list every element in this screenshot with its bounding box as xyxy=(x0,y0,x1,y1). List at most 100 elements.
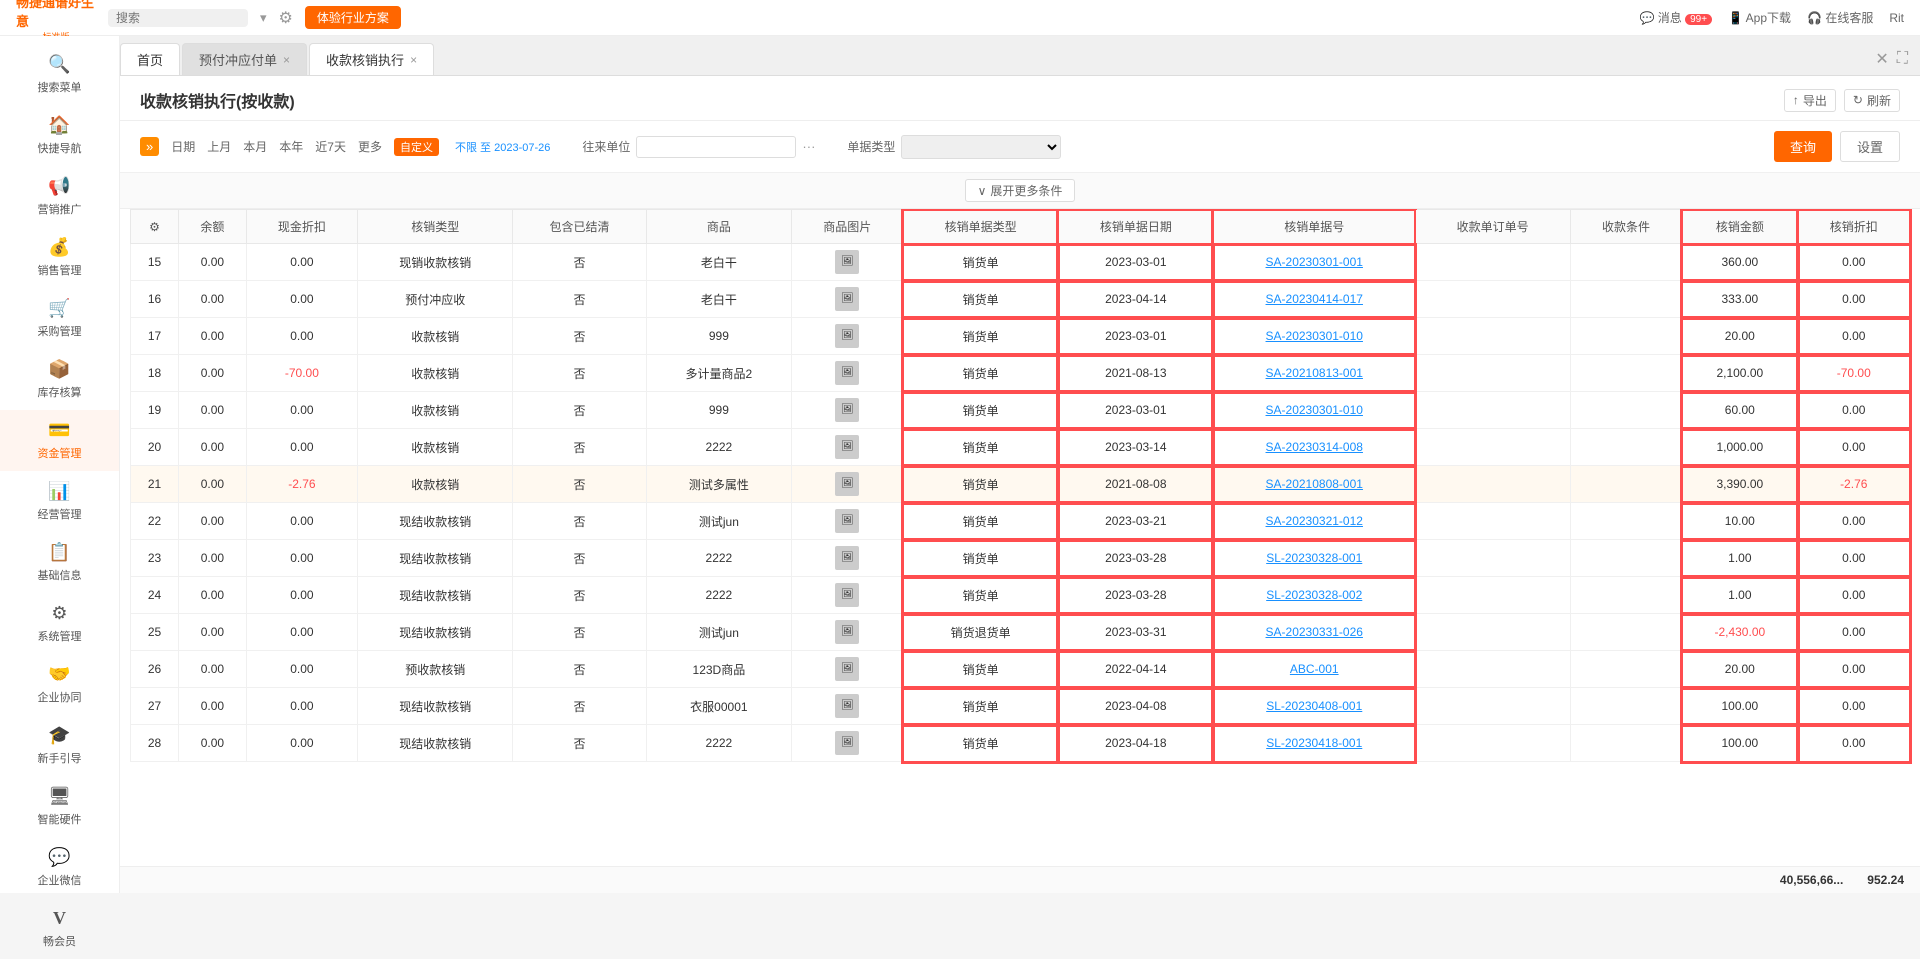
gear-icon[interactable]: ⚙ xyxy=(279,8,293,28)
query-btn[interactable]: 查询 xyxy=(1774,131,1832,162)
cell-balance: 0.00 xyxy=(179,466,247,503)
cell-doc-type: 销货单 xyxy=(903,392,1058,429)
industry-btn[interactable]: 体验行业方案 xyxy=(305,6,401,29)
expand-bar: ∨ 展开更多条件 xyxy=(120,173,1920,209)
cell-no: 20 xyxy=(131,429,179,466)
cell-writeoff-discount: 0.00 xyxy=(1798,318,1910,355)
search-input[interactable] xyxy=(108,9,248,27)
sidebar-item-collab[interactable]: 🤝 企业协同 xyxy=(0,654,119,715)
cell-doc-date: 2023-03-14 xyxy=(1058,429,1213,466)
sidebar-item-basic[interactable]: 📋 基础信息 xyxy=(0,532,119,593)
tab-writeoff[interactable]: 收款核销执行 × xyxy=(309,43,434,75)
sidebar-item-system[interactable]: ⚙ 系统管理 xyxy=(0,593,119,654)
cell-doc-no[interactable]: ABC-001 xyxy=(1213,651,1415,688)
sidebar-item-search[interactable]: 🔍 搜索菜单 xyxy=(0,44,119,105)
cell-balance: 0.00 xyxy=(179,614,247,651)
sidebar-item-purchase[interactable]: 🛒 采购管理 xyxy=(0,288,119,349)
filter-toggle-btn[interactable]: » xyxy=(140,137,159,156)
settings-btn[interactable]: 设置 xyxy=(1840,131,1900,162)
tab-home[interactable]: 首页 xyxy=(120,43,180,75)
tab-close-prepay[interactable]: × xyxy=(283,53,290,67)
type-select[interactable] xyxy=(901,135,1061,159)
cell-cash-discount: 0.00 xyxy=(246,651,357,688)
cell-goods-img: 🖼 xyxy=(792,503,903,540)
gear-icon[interactable]: ⚙ xyxy=(149,220,160,234)
cell-doc-no[interactable]: SA-20230301-001 xyxy=(1213,244,1415,281)
cell-doc-no[interactable]: SL-20230328-001 xyxy=(1213,540,1415,577)
cell-doc-no[interactable]: SA-20230314-008 xyxy=(1213,429,1415,466)
dropdown-icon[interactable]: ▾ xyxy=(260,10,267,26)
cell-cash-discount: 0.00 xyxy=(246,503,357,540)
cell-writeoff-type: 预收款核销 xyxy=(358,651,513,688)
cell-writeoff-discount: 0.00 xyxy=(1798,577,1910,614)
cell-no: 19 xyxy=(131,392,179,429)
cell-balance: 0.00 xyxy=(179,244,247,281)
sidebar-item-wechat[interactable]: 💬 企业微信 xyxy=(0,837,119,898)
cell-doc-no[interactable]: SL-20230408-001 xyxy=(1213,688,1415,725)
cell-writeoff-amount: 1.00 xyxy=(1682,540,1798,577)
sidebar-item-nav[interactable]: 🏠 快捷导航 xyxy=(0,105,119,166)
cell-doc-no[interactable]: SA-20230321-012 xyxy=(1213,503,1415,540)
cell-doc-no[interactable]: SA-20230301-010 xyxy=(1213,392,1415,429)
main-area: 首页 预付冲应付单 × 收款核销执行 × ✕ ⛶ 收款核销执行(按收款) xyxy=(120,36,1920,893)
cell-doc-no[interactable]: SA-20230301-010 xyxy=(1213,318,1415,355)
col-header-gear[interactable]: ⚙ xyxy=(131,210,179,244)
cell-writeoff-type: 收款核销 xyxy=(358,318,513,355)
custom-date-btn[interactable]: 自定义 xyxy=(394,138,439,156)
this-month-btn[interactable]: 本月 xyxy=(243,138,267,155)
sidebar-item-guide[interactable]: 🎓 新手引导 xyxy=(0,715,119,776)
message-btn[interactable]: 💬 消息 99+ xyxy=(1639,9,1712,26)
sidebar-item-marketing[interactable]: 📢 营销推广 xyxy=(0,166,119,227)
online-service-btn[interactable]: 🎧 在线客服 xyxy=(1807,9,1873,26)
cell-doc-no[interactable]: SA-20230331-026 xyxy=(1213,614,1415,651)
cell-writeoff-type: 收款核销 xyxy=(358,466,513,503)
top-bar-right: 💬 消息 99+ 📱 App下载 🎧 在线客服 Rit xyxy=(1639,9,1904,26)
cell-doc-type: 销货退货单 xyxy=(903,614,1058,651)
app-download-btn[interactable]: 📱 App下载 xyxy=(1728,9,1791,26)
cell-receipt-order-no xyxy=(1415,503,1570,540)
sidebar-item-finance[interactable]: 💳 资金管理 xyxy=(0,410,119,471)
col-header-writeoff-discount: 核销折扣 xyxy=(1798,210,1910,244)
cell-doc-no[interactable]: SA-20210808-001 xyxy=(1213,466,1415,503)
last-month-btn[interactable]: 上月 xyxy=(207,138,231,155)
cell-doc-date: 2021-08-08 xyxy=(1058,466,1213,503)
cell-goods: 老白干 xyxy=(646,281,791,318)
this-year-btn[interactable]: 本年 xyxy=(279,138,303,155)
table-row: 24 0.00 0.00 现结收款核销 否 2222 🖼 销货单 2023-03… xyxy=(131,577,1910,614)
sidebar-item-inventory[interactable]: 📦 库存核算 xyxy=(0,349,119,410)
cell-writeoff-type: 现结收款核销 xyxy=(358,725,513,762)
unit-dots[interactable]: ··· xyxy=(802,139,815,154)
expand-conditions-btn[interactable]: ∨ 展开更多条件 xyxy=(965,179,1076,202)
filter-bar: » 日期 上月 本月 本年 近7天 更多 自定义 不限 至 2023-07-26… xyxy=(120,121,1920,173)
cell-doc-no[interactable]: SL-20230418-001 xyxy=(1213,725,1415,762)
sidebar-item-hardware[interactable]: 🖥 智能硬件 xyxy=(0,776,119,837)
cell-balance: 0.00 xyxy=(179,651,247,688)
unit-input[interactable] xyxy=(636,136,796,158)
cell-doc-no[interactable]: SA-20230414-017 xyxy=(1213,281,1415,318)
sidebar-item-member[interactable]: V 畅会员 xyxy=(0,898,119,959)
tab-prepay[interactable]: 预付冲应付单 × xyxy=(182,43,307,75)
cell-writeoff-type: 现销收款核销 xyxy=(358,244,513,281)
col-header-goods-img: 商品图片 xyxy=(792,210,903,244)
tab-close-btn[interactable]: ✕ xyxy=(1875,49,1888,69)
tab-fullscreen-btn[interactable]: ⛶ xyxy=(1897,50,1908,68)
tab-close-writeoff[interactable]: × xyxy=(410,53,417,67)
cell-writeoff-type: 现结收款核销 xyxy=(358,614,513,651)
more-btn[interactable]: 更多 xyxy=(358,138,382,155)
header-actions: ↑ 导出 ↻ 刷新 xyxy=(1784,89,1900,112)
total-amount-label: 40,556,66... xyxy=(1780,873,1843,887)
table-wrapper[interactable]: ⚙ 余额 现金折扣 核销类型 包含已结清 商品 商品图片 核销单据类型 核销单据… xyxy=(120,209,1920,866)
cell-balance: 0.00 xyxy=(179,725,247,762)
date-range-display: 不限 至 2023-07-26 xyxy=(455,139,550,155)
cell-receipt-order-no xyxy=(1415,540,1570,577)
last7days-btn[interactable]: 近7天 xyxy=(315,138,346,155)
cell-goods-img: 🖼 xyxy=(792,540,903,577)
refresh-btn[interactable]: ↻ 刷新 xyxy=(1844,89,1900,112)
cell-doc-no[interactable]: SL-20230328-002 xyxy=(1213,577,1415,614)
sidebar-item-sales[interactable]: 💰 销售管理 xyxy=(0,227,119,288)
export-btn[interactable]: ↑ 导出 xyxy=(1784,89,1836,112)
cell-doc-date: 2023-03-21 xyxy=(1058,503,1213,540)
message-badge: 99+ xyxy=(1685,14,1712,25)
cell-doc-no[interactable]: SA-20210813-001 xyxy=(1213,355,1415,392)
sidebar-item-operation[interactable]: 📊 经营管理 xyxy=(0,471,119,532)
